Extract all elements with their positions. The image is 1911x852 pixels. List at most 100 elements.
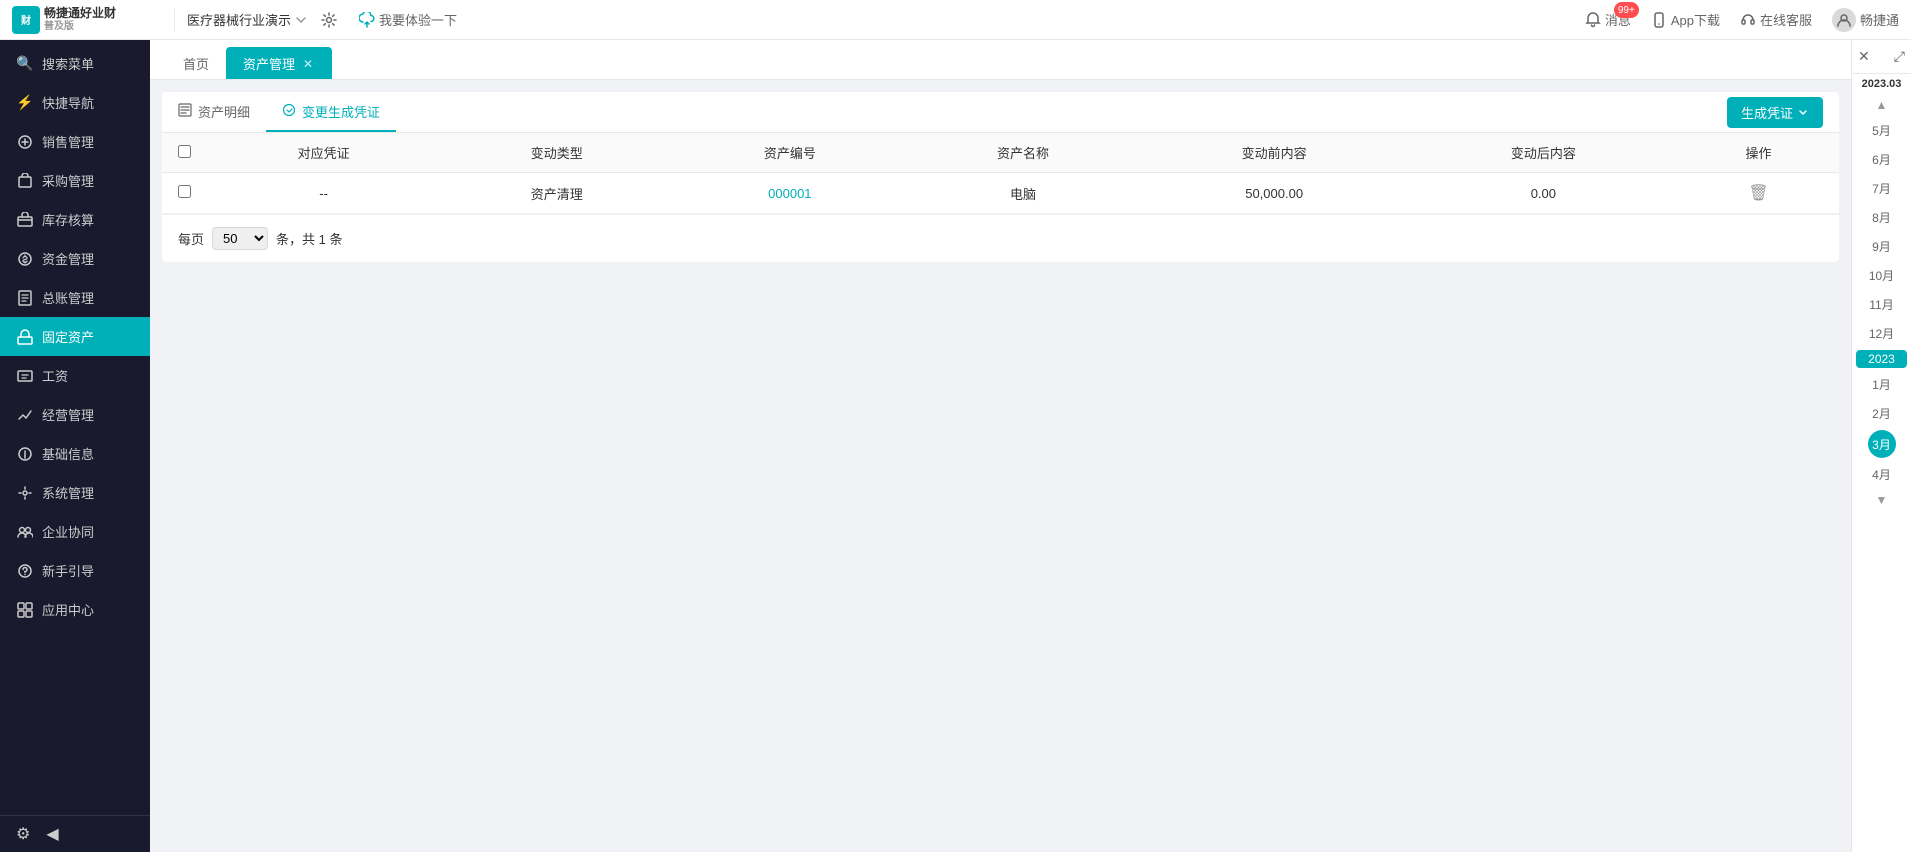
sidebar-item-app-center[interactable]: 应用中心: [0, 590, 150, 629]
sidebar-label-operations: 经营管理: [42, 405, 94, 424]
settings-bottom-icon[interactable]: ⚙: [16, 824, 30, 844]
divider-1: [174, 8, 175, 32]
right-panel-header: ✕ ⤢: [1852, 40, 1911, 74]
inner-tab-change-voucher-label: 变更生成凭证: [302, 102, 380, 121]
app-download-button[interactable]: App下载: [1651, 10, 1720, 29]
cooperation-icon: [16, 523, 34, 541]
month-2023-1[interactable]: 1月: [1852, 370, 1911, 399]
month-2023-2[interactable]: 2月: [1852, 399, 1911, 428]
sidebar-item-cooperation[interactable]: 企业协同: [0, 512, 150, 551]
generate-voucher-button[interactable]: 生成凭证: [1727, 97, 1823, 128]
logo-main-text: 畅捷通好业财: [44, 6, 116, 20]
user-name: 畅捷通: [1860, 10, 1899, 29]
month-2023-3[interactable]: 3月: [1868, 430, 1896, 458]
tabs-bar: 首页 资产管理 ✕: [150, 40, 1851, 80]
right-panel-expand-icon[interactable]: ⤢: [1894, 48, 1905, 65]
header-before-change: 变动前内容: [1140, 133, 1409, 173]
logo-sub-text: 普及版: [44, 21, 116, 33]
collapse-icon[interactable]: ◀: [46, 824, 58, 844]
sidebar-item-fixed-assets[interactable]: 固定资产: [0, 317, 150, 356]
sidebar-label-basic-info: 基础信息: [42, 444, 94, 463]
month-8[interactable]: 8月: [1852, 203, 1911, 232]
sidebar-item-ledger[interactable]: 总账管理: [0, 278, 150, 317]
sidebar-item-payroll[interactable]: 工资: [0, 356, 150, 395]
sidebar-item-finance[interactable]: 资金管理: [0, 239, 150, 278]
month-11[interactable]: 11月: [1852, 290, 1911, 319]
change-voucher-icon: [282, 103, 296, 120]
notification-button[interactable]: 消息 99+: [1585, 10, 1631, 29]
month-9[interactable]: 9月: [1852, 232, 1911, 261]
current-year-label: 2023: [1856, 350, 1907, 368]
table-container: 对应凭证 变动类型 资产编号 资产名称 变动前内容 变动后内容 操作: [162, 133, 1839, 214]
content-area: 首页 资产管理 ✕ 资产明细: [150, 40, 1851, 852]
sidebar-label-sales: 销售管理: [42, 132, 94, 151]
sidebar-item-system[interactable]: 系统管理: [0, 473, 150, 512]
tab-asset-mgmt[interactable]: 资产管理 ✕: [226, 47, 332, 79]
header-asset-no: 资产编号: [673, 133, 906, 173]
per-page-select[interactable]: 10 20 50 100: [212, 227, 268, 250]
experience-label: 我要体验一下: [379, 10, 457, 29]
operations-icon: [16, 406, 34, 424]
app-center-icon: [16, 601, 34, 619]
sales-icon: [16, 133, 34, 151]
month-list-before-2023: 5月 6月 7月 8月 9月 10月 11月 12月: [1852, 116, 1911, 348]
experience-button[interactable]: 我要体验一下: [359, 10, 457, 29]
settings-button[interactable]: [315, 6, 343, 34]
right-panel-close-icon[interactable]: ✕: [1858, 48, 1870, 65]
user-menu[interactable]: 畅捷通: [1832, 8, 1899, 32]
inner-tab-change-voucher[interactable]: 变更生成凭证: [266, 92, 396, 132]
sidebar-item-sales[interactable]: 销售管理: [0, 122, 150, 161]
sidebar-item-purchase[interactable]: 采购管理: [0, 161, 150, 200]
header-change-type: 变动类型: [440, 133, 673, 173]
month-5[interactable]: 5月: [1852, 116, 1911, 145]
table-header: 对应凭证 变动类型 资产编号 资产名称 变动前内容 变动后内容 操作: [162, 133, 1839, 173]
month-10[interactable]: 10月: [1852, 261, 1911, 290]
sidebar-label-inventory: 库存核算: [42, 210, 94, 229]
tab-close-icon[interactable]: ✕: [301, 57, 315, 71]
app-download-label: App下载: [1671, 10, 1720, 29]
sidebar-item-guide[interactable]: 新手引导: [0, 551, 150, 590]
sidebar-label-app-center: 应用中心: [42, 600, 94, 619]
header: 财 畅捷通好业财 普及版 医疗器械行业演示 我要体验一下 消息 99+ App下…: [0, 0, 1911, 40]
scroll-down-button[interactable]: ▼: [1852, 489, 1911, 511]
sidebar-label-quick-nav: 快捷导航: [42, 93, 94, 112]
month-list-2023: 1月 2月 3月 4月: [1852, 370, 1911, 489]
row-checkbox[interactable]: [178, 185, 191, 198]
inventory-icon: [16, 211, 34, 229]
sidebar-item-quick-nav[interactable]: ⚡ 快捷导航: [0, 83, 150, 122]
header-voucher: 对应凭证: [207, 133, 440, 173]
phone-icon: [1651, 12, 1667, 28]
month-2023-4[interactable]: 4月: [1852, 460, 1911, 489]
customer-service-button[interactable]: 在线客服: [1740, 10, 1812, 29]
total-label: 条，共 1 条: [276, 229, 342, 248]
guide-icon: [16, 562, 34, 580]
payroll-icon: [16, 367, 34, 385]
month-7[interactable]: 7月: [1852, 174, 1911, 203]
scroll-up-button[interactable]: ▲: [1852, 94, 1911, 116]
sidebar-item-search[interactable]: 🔍 搜索菜单: [0, 44, 150, 83]
sidebar-label-guide: 新手引导: [42, 561, 94, 580]
customer-service-label: 在线客服: [1760, 10, 1812, 29]
month-6[interactable]: 6月: [1852, 145, 1911, 174]
sidebar-item-basic-info[interactable]: 基础信息: [0, 434, 150, 473]
delete-icon[interactable]: 🗑: [1748, 185, 1768, 202]
row-asset-no: 000001: [673, 173, 906, 214]
row-after-change: 0.00: [1409, 173, 1678, 214]
header-after-change: 变动后内容: [1409, 133, 1678, 173]
table-body: -- 资产清理 000001 电脑 50,000.00 0.00 🗑: [162, 173, 1839, 214]
cloud-icon: [359, 12, 375, 28]
search-icon: 🔍: [16, 55, 34, 73]
sidebar: 🔍 搜索菜单 ⚡ 快捷导航 销售管理 采购管理: [0, 40, 150, 852]
row-change-type: 资产清理: [440, 173, 673, 214]
chevron-down-icon: [295, 14, 307, 26]
select-all-checkbox[interactable]: [178, 145, 191, 158]
sidebar-item-operations[interactable]: 经营管理: [0, 395, 150, 434]
sidebar-item-inventory[interactable]: 库存核算: [0, 200, 150, 239]
company-selector[interactable]: 医疗器械行业演示: [187, 10, 307, 29]
month-12[interactable]: 12月: [1852, 319, 1911, 348]
logo-icon: 财: [12, 6, 40, 34]
inner-tab-asset-detail[interactable]: 资产明细: [162, 92, 266, 132]
tab-home[interactable]: 首页: [166, 47, 226, 79]
right-panel: ✕ ⤢ 2023.03 ▲ 5月 6月 7月 8月 9月 10月 11月 12月…: [1851, 40, 1911, 852]
avatar: [1832, 8, 1856, 32]
